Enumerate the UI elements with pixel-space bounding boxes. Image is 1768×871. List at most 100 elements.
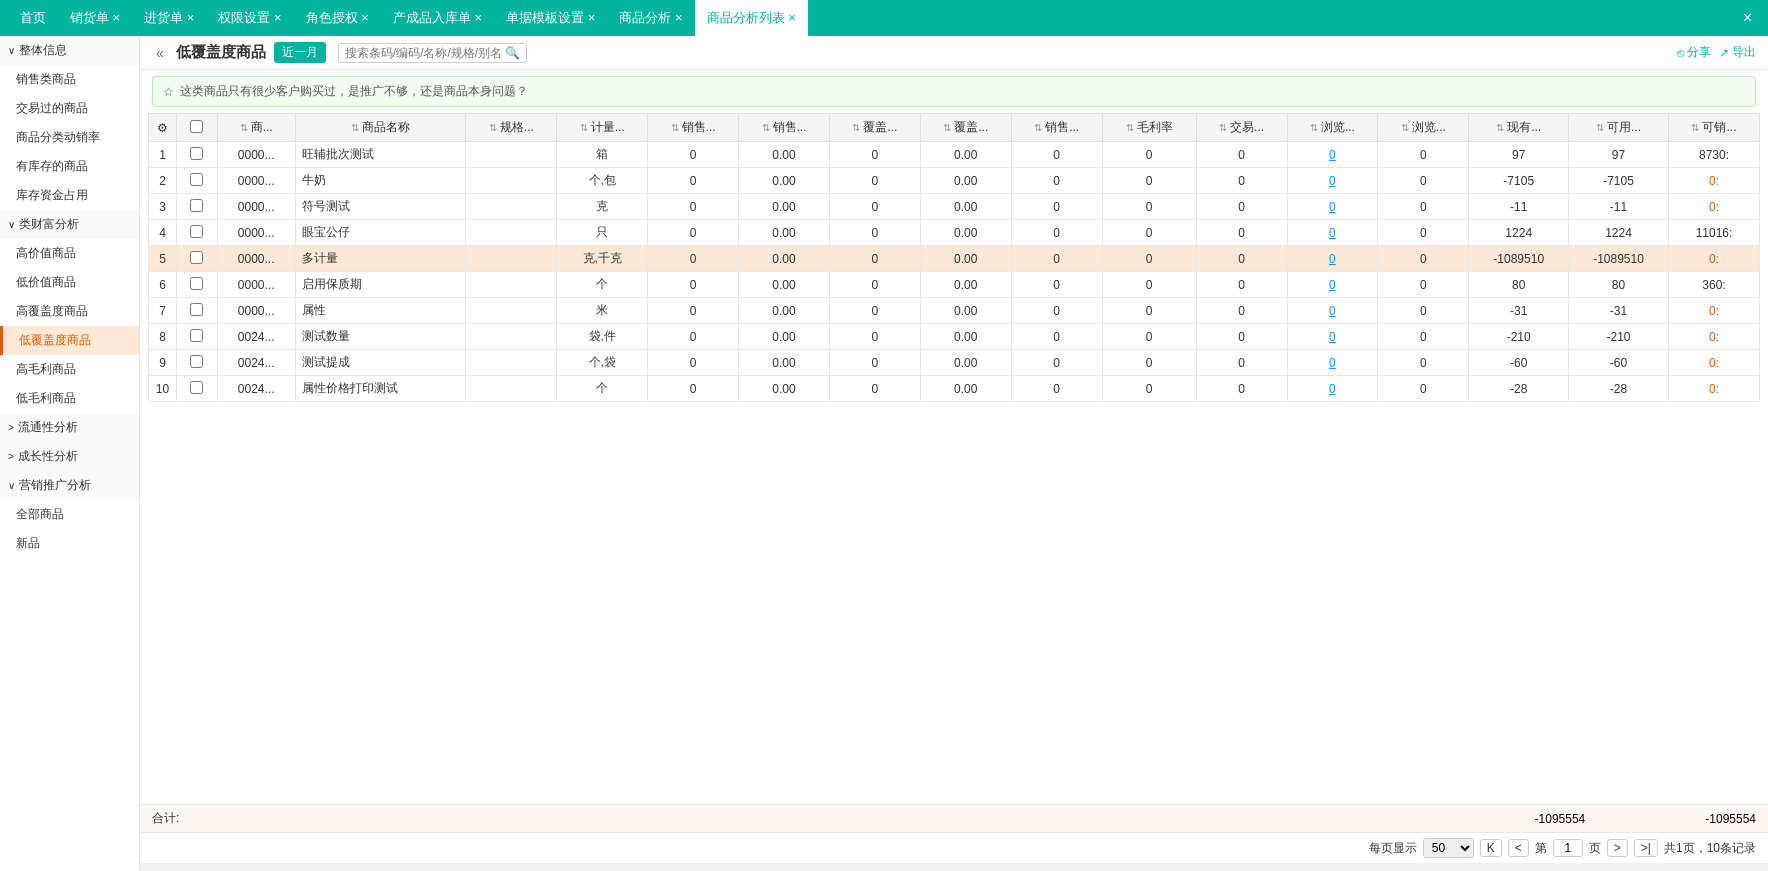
nav-sales-order[interactable]: 销货单 × (58, 0, 132, 36)
row-browse1[interactable]: 0 (1287, 246, 1378, 272)
browse1-link[interactable]: 0 (1329, 304, 1336, 318)
nav-role-auth[interactable]: 角色授权 × (294, 0, 381, 36)
col-checkbox-header[interactable] (177, 114, 218, 142)
sidebar-section-overall[interactable]: ∨ 整体信息 (0, 36, 139, 65)
row-select-checkbox[interactable] (190, 251, 203, 264)
sidebar-item-high-coverage[interactable]: 高覆盖度商品 (0, 297, 139, 326)
sidebar-item-low-value[interactable]: 低价值商品 (0, 268, 139, 297)
browse1-link[interactable]: 0 (1329, 252, 1336, 266)
row-checkbox[interactable] (177, 142, 218, 168)
sidebar-item-low-coverage[interactable]: 低覆盖度商品 (0, 326, 139, 355)
browse1-link[interactable]: 0 (1329, 226, 1336, 240)
nav-product-analysis-list[interactable]: 商品分析列表 × (695, 0, 808, 36)
row-select-checkbox[interactable] (190, 355, 203, 368)
search-input[interactable] (345, 46, 505, 60)
row-browse1[interactable]: 0 (1287, 168, 1378, 194)
row-select-checkbox[interactable] (190, 199, 203, 212)
browse1-link[interactable]: 0 (1329, 382, 1336, 396)
nav-product-analysis[interactable]: 商品分析 × (607, 0, 694, 36)
sidebar-item-sales-products[interactable]: 销售类商品 (0, 65, 139, 94)
row-browse1[interactable]: 0 (1287, 194, 1378, 220)
sidebar-item-high-value[interactable]: 高价值商品 (0, 239, 139, 268)
sidebar-item-stock-fund[interactable]: 库存资金占用 (0, 181, 139, 210)
row-checkbox[interactable] (177, 194, 218, 220)
row-checkbox[interactable] (177, 298, 218, 324)
sort-icon-13: ⇅ (1401, 122, 1409, 133)
nav-template-setting[interactable]: 单据模板设置 × (494, 0, 607, 36)
col-transaction-header[interactable]: ⇅交易... (1196, 114, 1287, 142)
row-select-checkbox[interactable] (190, 225, 203, 238)
col-coverage1-header[interactable]: ⇅覆盖... (829, 114, 920, 142)
horizontal-scrollbar[interactable] (140, 863, 1768, 871)
nav-home[interactable]: 首页 (8, 0, 58, 36)
col-sales-qty-header[interactable]: ⇅销售... (648, 114, 739, 142)
col-sales-amt-header[interactable]: ⇅销售... (739, 114, 830, 142)
col-settings[interactable]: ⚙ (149, 114, 177, 142)
row-select-checkbox[interactable] (190, 329, 203, 342)
browse1-link[interactable]: 0 (1329, 200, 1336, 214)
row-select-checkbox[interactable] (190, 303, 203, 316)
row-checkbox[interactable] (177, 220, 218, 246)
prev-page-button[interactable]: < (1508, 839, 1529, 857)
time-filter-button[interactable]: 近一月 (274, 42, 326, 63)
row-browse1[interactable]: 0 (1287, 324, 1378, 350)
col-browse1-header[interactable]: ⇅浏览... (1287, 114, 1378, 142)
row-select-checkbox[interactable] (190, 173, 203, 186)
row-browse1[interactable]: 0 (1287, 272, 1378, 298)
row-checkbox[interactable] (177, 168, 218, 194)
row-checkbox[interactable] (177, 350, 218, 376)
row-browse1[interactable]: 0 (1287, 220, 1378, 246)
browse1-link[interactable]: 0 (1329, 148, 1336, 162)
col-browse2-header[interactable]: ⇅浏览... (1378, 114, 1469, 142)
next-page-button[interactable]: > (1607, 839, 1628, 857)
sidebar-item-traded-products[interactable]: 交易过的商品 (0, 94, 139, 123)
row-browse1[interactable]: 0 (1287, 142, 1378, 168)
sidebar-section-wealth[interactable]: ∨ 类财富分析 (0, 210, 139, 239)
col-spec-header[interactable]: ⇅规格... (466, 114, 557, 142)
browse1-link[interactable]: 0 (1329, 174, 1336, 188)
browse1-link[interactable]: 0 (1329, 278, 1336, 292)
col-unit-header[interactable]: ⇅计量... (557, 114, 648, 142)
row-select-checkbox[interactable] (190, 147, 203, 160)
row-checkbox[interactable] (177, 376, 218, 402)
nav-permission-setting[interactable]: 权限设置 × (206, 0, 293, 36)
browse1-link[interactable]: 0 (1329, 356, 1336, 370)
sidebar-item-all-products[interactable]: 全部商品 (0, 500, 139, 529)
sidebar-item-category-rate[interactable]: 商品分类动销率 (0, 123, 139, 152)
sidebar-item-high-margin[interactable]: 高毛利商品 (0, 355, 139, 384)
row-checkbox[interactable] (177, 324, 218, 350)
sidebar-item-new-products[interactable]: 新品 (0, 529, 139, 558)
share-button[interactable]: ⎋ 分享 (1677, 44, 1711, 61)
window-close-button[interactable]: × (1735, 9, 1760, 27)
export-button[interactable]: ↗ 导出 (1719, 44, 1756, 61)
col-sales-stat-header[interactable]: ⇅销售... (1011, 114, 1102, 142)
row-checkbox[interactable] (177, 246, 218, 272)
nav-product-inbound[interactable]: 产成品入库单 × (381, 0, 494, 36)
browse1-link[interactable]: 0 (1329, 330, 1336, 344)
row-select-checkbox[interactable] (190, 381, 203, 394)
row-browse1[interactable]: 0 (1287, 350, 1378, 376)
last-page-button[interactable]: >| (1634, 839, 1658, 857)
sidebar-section-liquidity[interactable]: > 流通性分析 (0, 413, 139, 442)
col-code-header[interactable]: ⇅商... (217, 114, 295, 142)
col-name-header[interactable]: ⇅商品名称 (295, 114, 466, 142)
col-available-header[interactable]: ⇅可用... (1569, 114, 1669, 142)
first-page-button[interactable]: K (1480, 839, 1502, 857)
nav-purchase-order[interactable]: 进货单 × (132, 0, 206, 36)
col-gross-rate-header[interactable]: ⇅毛利率 (1102, 114, 1196, 142)
row-checkbox[interactable] (177, 272, 218, 298)
sidebar-section-marketing[interactable]: ∨ 营销推广分析 (0, 471, 139, 500)
col-current-stock-header[interactable]: ⇅现有... (1469, 114, 1569, 142)
col-coverage2-header[interactable]: ⇅覆盖... (920, 114, 1011, 142)
sidebar-collapse-button[interactable]: « (152, 43, 168, 63)
row-browse1[interactable]: 0 (1287, 376, 1378, 402)
page-number-input[interactable] (1553, 839, 1583, 857)
per-page-select[interactable]: 50 10 20 100 (1423, 838, 1474, 858)
sidebar-item-stocked-products[interactable]: 有库存的商品 (0, 152, 139, 181)
sidebar-item-low-margin[interactable]: 低毛利商品 (0, 384, 139, 413)
row-select-checkbox[interactable] (190, 277, 203, 290)
col-saleable-header[interactable]: ⇅可销... (1668, 114, 1759, 142)
sidebar-section-growth[interactable]: > 成长性分析 (0, 442, 139, 471)
select-all-checkbox[interactable] (190, 120, 203, 133)
row-browse1[interactable]: 0 (1287, 298, 1378, 324)
